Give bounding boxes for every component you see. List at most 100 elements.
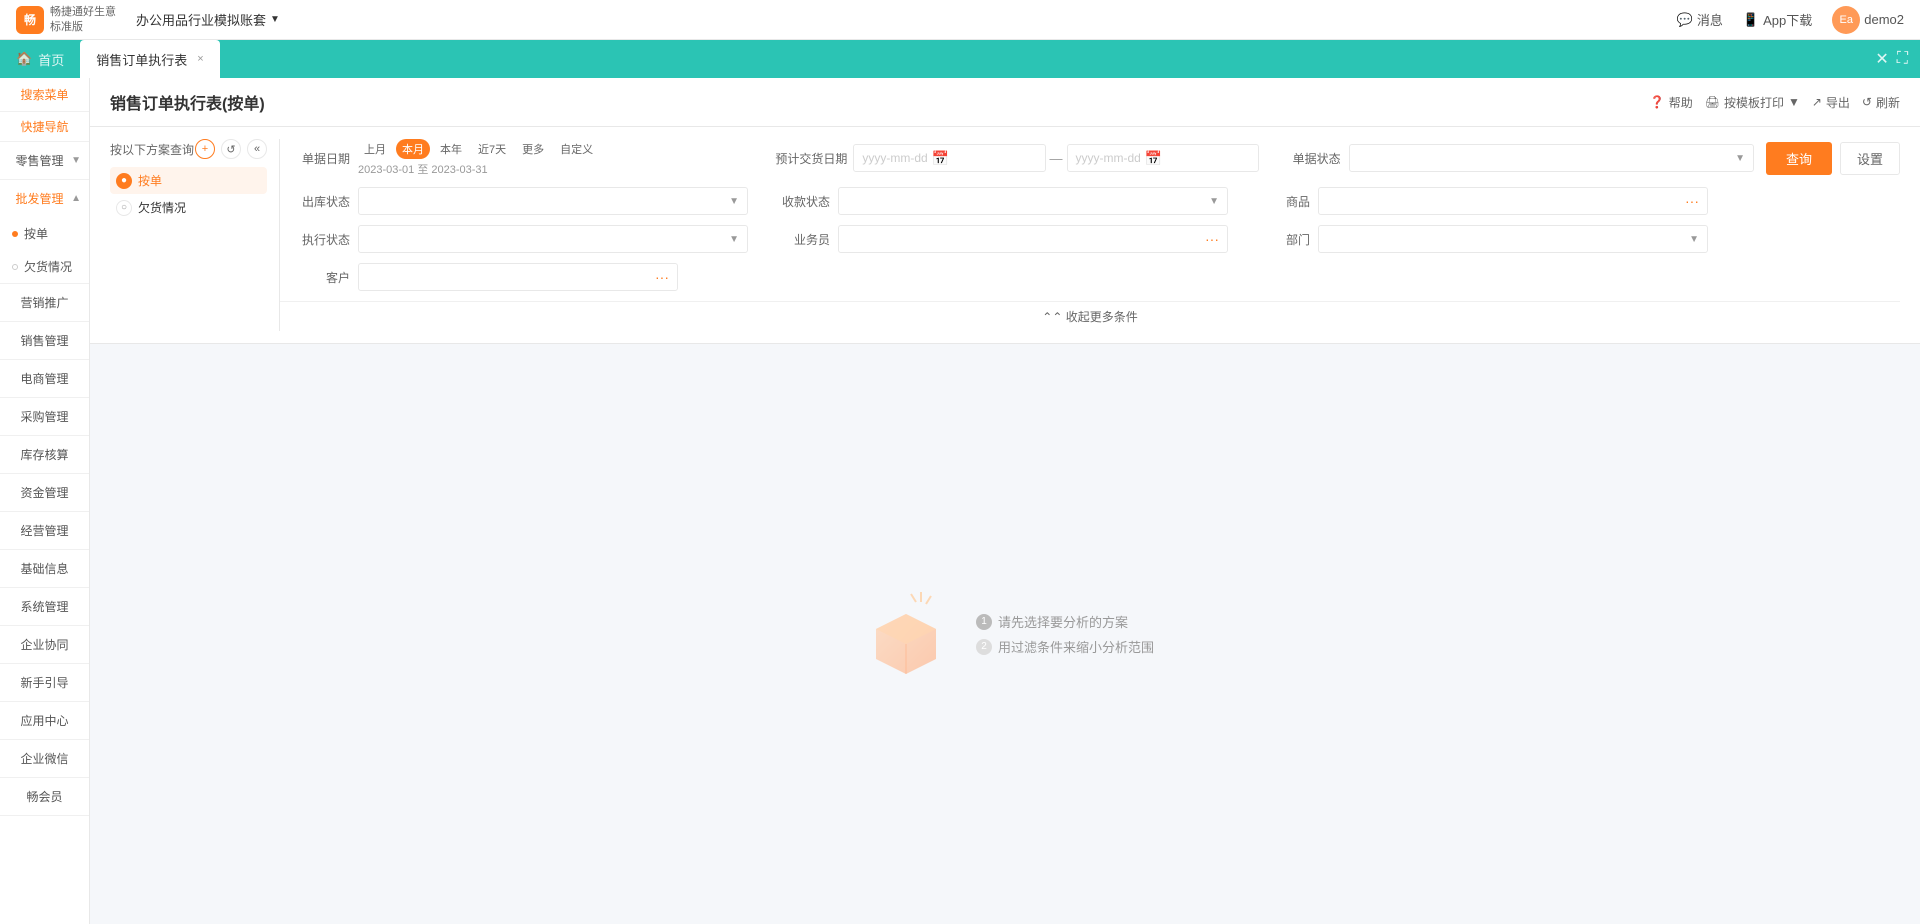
salesman-more-icon[interactable]: ··· <box>1205 231 1219 247</box>
sidebar-section-wechat: 企业微信 <box>0 740 89 778</box>
empty-state: 1 请先选择要分析的方案 2 用过滤条件来缩小分析范围 <box>90 344 1920 924</box>
sidebar-item-basic[interactable]: 基础信息 <box>0 550 89 587</box>
export-icon: ↗ <box>1812 95 1822 109</box>
status-label: 单据状态 <box>1271 150 1341 167</box>
top-bar: 畅 畅捷通好生意 标准版 办公用品行业模拟账套 ▼ 💬 消息 📱 App下载 E… <box>0 0 1920 40</box>
sidebar-item-purchase[interactable]: 采购管理 <box>0 398 89 435</box>
page-title: 销售订单执行表(按单) <box>110 90 265 114</box>
export-button[interactable]: ↗ 导出 <box>1812 94 1850 111</box>
sidebar-item-operation[interactable]: 经营管理 <box>0 512 89 549</box>
outstatus-select[interactable]: ▼ <box>358 187 748 215</box>
sidebar-item-appstore[interactable]: 应用中心 <box>0 702 89 739</box>
scheme-collapse-icon[interactable]: « <box>247 139 267 159</box>
customer-more-icon[interactable]: ··· <box>655 269 669 285</box>
help-button[interactable]: ❓ 帮助 <box>1650 94 1693 111</box>
collapse-icon: ⌃⌃ <box>1042 310 1065 324</box>
logo-text: 畅捷通好生意 标准版 <box>50 5 116 34</box>
filter-group-execstatus: 执行状态 ▼ <box>280 225 748 253</box>
tab-sales-order[interactable]: 销售订单执行表 × <box>80 40 219 78</box>
sidebar-sub-item-order[interactable]: 按单 <box>0 217 89 250</box>
avatar: Ea <box>1832 6 1860 34</box>
filter-group-outstatus: 出库状态 ▼ <box>280 187 748 215</box>
print-button[interactable]: 🖨 按模板打印 ▼ <box>1705 94 1800 111</box>
salesman-input[interactable]: ··· <box>838 225 1228 253</box>
empty-illustration <box>856 584 956 684</box>
sidebar-item-wechat[interactable]: 企业微信 <box>0 740 89 777</box>
user-menu[interactable]: Ea demo2 <box>1832 6 1904 34</box>
status-chevron-icon: ▼ <box>1735 153 1745 164</box>
sidebar-item-retail[interactable]: 零售管理 ▼ <box>0 142 89 179</box>
sidebar-section-purchase: 采购管理 <box>0 398 89 436</box>
scheme-header: 按以下方案查询 + ↺ « <box>110 139 267 159</box>
sidebar-section-system: 系统管理 <box>0 588 89 626</box>
maximize-icon[interactable]: ⛶ <box>1897 50 1908 68</box>
page-actions: ❓ 帮助 🖨 按模板打印 ▼ ↗ 导出 ↺ 刷新 <box>1650 94 1900 111</box>
filter-row-3: 执行状态 ▼ 业务员 ··· <box>280 225 1900 253</box>
collectstatus-label: 收款状态 <box>760 193 830 210</box>
tab-right-icons: ✕ ⛶ <box>1875 40 1920 78</box>
goods-input[interactable]: ··· <box>1318 187 1708 215</box>
scheme-add-icon[interactable]: + <box>195 139 215 159</box>
app-selector[interactable]: 办公用品行业模拟账套 ▼ <box>136 10 280 29</box>
sidebar-sub-item-debt[interactable]: 欠货情况 <box>0 250 89 283</box>
customer-input[interactable]: ··· <box>358 263 678 291</box>
page-header: 销售订单执行表(按单) ❓ 帮助 🖨 按模板打印 ▼ ↗ 导出 ↺ 刷新 <box>90 78 1920 127</box>
calendar-icon-left: 📅 <box>932 150 949 167</box>
refresh-button[interactable]: ↺ 刷新 <box>1862 94 1900 111</box>
date-tab-7days[interactable]: 近7天 <box>472 139 512 159</box>
date-tab-lastmonth[interactable]: 上月 <box>358 139 392 159</box>
app-download-button[interactable]: 📱 App下载 <box>1743 10 1812 29</box>
collectstatus-select[interactable]: ▼ <box>838 187 1228 215</box>
query-button[interactable]: 查询 <box>1766 142 1832 175</box>
scheme-item-order[interactable]: ● 按单 <box>110 167 267 194</box>
message-button[interactable]: 💬 消息 <box>1677 10 1723 29</box>
sidebar-quick-nav[interactable]: 快捷导航 <box>0 112 89 142</box>
date-tab-thisyear[interactable]: 本年 <box>434 139 468 159</box>
sidebar-item-newbie[interactable]: 新手引导 <box>0 664 89 701</box>
sidebar-item-system[interactable]: 系统管理 <box>0 588 89 625</box>
forecast-date-range: yyyy-mm-dd 📅 — yyyy-mm-dd 📅 <box>853 144 1258 172</box>
sidebar-item-inventory[interactable]: 库存核算 <box>0 436 89 473</box>
forecast-end-date[interactable]: yyyy-mm-dd 📅 <box>1067 144 1259 172</box>
sidebar-item-cooperation[interactable]: 企业协同 <box>0 626 89 663</box>
scheme-item-debt[interactable]: ○ 欠货情况 <box>110 194 267 221</box>
execstatus-select[interactable]: ▼ <box>358 225 748 253</box>
filter-row-2: 出库状态 ▼ 收款状态 ▼ <box>280 187 1900 215</box>
inactive-dot <box>12 264 18 270</box>
date-range-display: 2023-03-01 至 2023-03-31 <box>358 161 488 177</box>
calendar-icon-right: 📅 <box>1145 150 1162 167</box>
filter-group-collectstatus: 收款状态 ▼ <box>760 187 1228 215</box>
sidebar-section-newbie: 新手引导 <box>0 664 89 702</box>
status-select[interactable]: ▼ <box>1349 144 1754 172</box>
date-tab-more[interactable]: 更多 <box>516 139 550 159</box>
filter-wrapper: 按以下方案查询 + ↺ « ● 按单 ○ 欠货情况 <box>110 139 1900 331</box>
sidebar-item-wholesale[interactable]: 批发管理 ▲ <box>0 180 89 217</box>
sidebar-search[interactable]: 搜索菜单 <box>0 78 89 112</box>
download-icon: 📱 <box>1743 12 1759 28</box>
date-tab-custom[interactable]: 自定义 <box>554 139 599 159</box>
collapse-bar[interactable]: ⌃⌃ 收起更多条件 <box>280 301 1900 331</box>
filter-row-4: 客户 ··· <box>280 263 1900 291</box>
scheme-refresh-icon[interactable]: ↺ <box>221 139 241 159</box>
minimize-icon[interactable]: ✕ <box>1875 49 1888 69</box>
sidebar-item-member[interactable]: 畅会员 <box>0 778 89 815</box>
dept-select[interactable]: ▼ <box>1318 225 1708 253</box>
sidebar-item-marketing[interactable]: 营销推广 <box>0 284 89 321</box>
customer-label: 客户 <box>280 269 350 286</box>
top-bar-left: 畅 畅捷通好生意 标准版 办公用品行业模拟账套 ▼ <box>16 5 280 34</box>
scheme-icons: + ↺ « <box>195 139 267 159</box>
active-dot <box>12 231 18 237</box>
goods-more-icon[interactable]: ··· <box>1685 193 1699 209</box>
goods-label: 商品 <box>1240 193 1310 210</box>
setting-button[interactable]: 设置 <box>1840 142 1900 175</box>
sidebar-item-finance[interactable]: 资金管理 <box>0 474 89 511</box>
tab-close-icon[interactable]: × <box>197 53 203 65</box>
sidebar-item-ecommerce[interactable]: 电商管理 <box>0 360 89 397</box>
dept-chevron-icon: ▼ <box>1689 234 1699 245</box>
sidebar-section-operation: 经营管理 <box>0 512 89 550</box>
filter-content: 单据日期 上月 本月 本年 近7天 更多 自定义 <box>280 139 1900 331</box>
sidebar-item-sales[interactable]: 销售管理 <box>0 322 89 359</box>
forecast-start-date[interactable]: yyyy-mm-dd 📅 <box>853 144 1045 172</box>
tab-home[interactable]: 🏠 首页 <box>0 40 80 78</box>
date-tab-thismonth[interactable]: 本月 <box>396 139 430 159</box>
